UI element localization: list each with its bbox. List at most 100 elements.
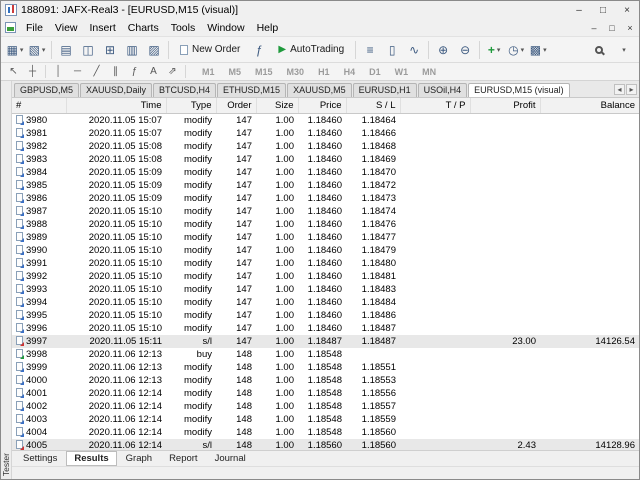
navigator-button[interactable]: ⊞ [100, 40, 120, 60]
market-watch-button[interactable]: ▤ [56, 40, 76, 60]
result-row[interactable]: 3981 2020.11.05 15:07 modify 147 1.00 1.… [12, 127, 639, 140]
menu-item[interactable]: Help [251, 21, 285, 35]
tester-tab[interactable]: Report [161, 451, 206, 466]
timeframe-button[interactable]: M15 [249, 65, 279, 79]
tester-tab[interactable]: Graph [118, 451, 160, 466]
candlestick-chart-button[interactable]: ▯ [382, 40, 402, 60]
chart-tab[interactable]: USOil,H4 [417, 83, 468, 97]
menu-item[interactable]: View [49, 21, 84, 35]
cell-sl: 1.18560 [361, 426, 396, 438]
result-row[interactable]: 3989 2020.11.05 15:10 modify 147 1.00 1.… [12, 231, 639, 244]
result-row[interactable]: 3990 2020.11.05 15:10 modify 147 1.00 1.… [12, 244, 639, 257]
chart-tab[interactable]: XAUUSD,M5 [287, 83, 352, 97]
result-row[interactable]: 4000 2020.11.06 12:13 modify 148 1.00 1.… [12, 374, 639, 387]
result-row[interactable]: 3992 2020.11.05 15:10 modify 147 1.00 1.… [12, 270, 639, 283]
result-row[interactable]: 4001 2020.11.06 12:14 modify 148 1.00 1.… [12, 387, 639, 400]
result-row[interactable]: 3987 2020.11.05 15:10 modify 147 1.00 1.… [12, 205, 639, 218]
result-row[interactable]: 3985 2020.11.05 15:09 modify 147 1.00 1.… [12, 179, 639, 192]
periods-button[interactable]: ◷ ▾ [506, 40, 526, 60]
cell-profit [470, 166, 540, 179]
cell-price: 1.18548 [307, 348, 342, 360]
terminal-button[interactable]: ▥ [122, 40, 142, 60]
result-row[interactable]: 3991 2020.11.05 15:10 modify 147 1.00 1.… [12, 257, 639, 270]
menu-item[interactable]: Charts [122, 21, 165, 35]
navigator-icon: ⊞ [104, 42, 116, 57]
timeframe-button[interactable]: MN [416, 65, 442, 79]
tester-tab[interactable]: Settings [15, 451, 65, 466]
result-row[interactable]: 3986 2020.11.05 15:09 modify 147 1.00 1.… [12, 192, 639, 205]
result-row[interactable]: 3984 2020.11.05 15:09 modify 147 1.00 1.… [12, 166, 639, 179]
toolbar-overflow-button[interactable]: ▾ [613, 40, 633, 60]
timeframe-button[interactable]: M1 [196, 65, 221, 79]
result-row[interactable]: 3996 2020.11.05 15:10 modify 147 1.00 1.… [12, 322, 639, 335]
result-row[interactable]: 4003 2020.11.06 12:14 modify 148 1.00 1.… [12, 413, 639, 426]
menu-item[interactable]: Insert [84, 21, 122, 35]
close-button[interactable]: × [615, 1, 639, 19]
line-chart-button[interactable]: ∿ [404, 40, 424, 60]
autotrading-button[interactable]: ▶ AutoTrading [271, 40, 351, 60]
indicators-button[interactable]: + ▾ [484, 40, 504, 60]
result-row[interactable]: 3983 2020.11.05 15:08 modify 147 1.00 1.… [12, 153, 639, 166]
result-row[interactable]: 3980 2020.11.05 15:07 modify 147 1.00 1.… [12, 113, 639, 127]
result-row[interactable]: 3997 2020.11.05 15:11 s/l 147 1.00 1.184… [12, 334, 639, 348]
result-row[interactable]: 3994 2020.11.05 15:10 modify 147 1.00 1.… [12, 296, 639, 309]
chart-tab[interactable]: BTCUSD,H4 [153, 83, 217, 97]
strategy-tester-button[interactable]: ▨ [144, 40, 164, 60]
timeframe-button[interactable]: H1 [312, 65, 336, 79]
cell-size: 1.00 [275, 127, 295, 139]
child-restore-button[interactable]: □ [603, 19, 621, 36]
menu-item[interactable]: Tools [165, 21, 202, 35]
profiles-button[interactable]: ▧ ▾ [27, 40, 47, 60]
maximize-button[interactable]: □ [591, 1, 615, 19]
zoom-out-button[interactable]: ⊖ [455, 40, 475, 60]
trendline-button[interactable]: ╱ [88, 64, 105, 79]
zoom-in-button[interactable]: ⊕ [433, 40, 453, 60]
timeframe-button[interactable]: M30 [281, 65, 311, 79]
data-window-button[interactable]: ◫ [78, 40, 98, 60]
child-minimize-button[interactable]: – [585, 19, 603, 36]
tab-scroll-right-button[interactable]: ▸ [626, 84, 637, 95]
chart-tab[interactable]: EURUSD,H1 [352, 83, 417, 97]
templates-button[interactable]: ▩ ▾ [528, 40, 548, 60]
vertical-line-button[interactable]: │ [50, 64, 67, 79]
chart-tab[interactable]: XAUUSD,Daily [80, 83, 153, 97]
timeframe-button[interactable]: M5 [223, 65, 248, 79]
menu-item[interactable]: File [20, 21, 49, 35]
tester-tab[interactable]: Journal [207, 451, 254, 466]
result-row[interactable]: 3993 2020.11.05 15:10 modify 147 1.00 1.… [12, 283, 639, 296]
fibonacci-button[interactable]: ƒ [126, 64, 143, 79]
arrows-tool-button[interactable]: ⇗ [164, 64, 181, 79]
new-chart-button[interactable]: ▦ ▾ [5, 40, 25, 60]
search-button[interactable] [589, 40, 609, 60]
result-row[interactable]: 4005 2020.11.06 12:14 s/l 148 1.00 1.185… [12, 438, 639, 450]
menu-item[interactable]: Window [201, 21, 250, 35]
minimize-button[interactable]: – [567, 1, 591, 19]
timeframe-button[interactable]: H4 [338, 65, 362, 79]
result-row[interactable]: 3995 2020.11.05 15:10 modify 147 1.00 1.… [12, 309, 639, 322]
timeframe-button[interactable]: W1 [389, 65, 415, 79]
tester-tab[interactable]: Results [66, 451, 117, 466]
text-tool-button[interactable]: A [145, 64, 162, 79]
channel-button[interactable]: ∥ [107, 64, 124, 79]
result-row[interactable]: 3999 2020.11.06 12:13 modify 148 1.00 1.… [12, 361, 639, 374]
timeframe-button[interactable]: D1 [363, 65, 387, 79]
cursor-button[interactable]: ↖ [5, 64, 22, 79]
tab-scroll-left-button[interactable]: ◂ [614, 84, 625, 95]
horizontal-line-button[interactable]: ─ [69, 64, 86, 79]
tester-side-strip[interactable]: Tester [1, 81, 12, 479]
chart-tab[interactable]: GBPUSD,M5 [14, 83, 80, 97]
result-row[interactable]: 4004 2020.11.06 12:14 modify 148 1.00 1.… [12, 426, 639, 439]
chart-tab[interactable]: ETHUSD,M15 [217, 83, 287, 97]
new-order-button[interactable]: New Order [173, 40, 247, 60]
result-row[interactable]: 4002 2020.11.06 12:14 modify 148 1.00 1.… [12, 400, 639, 413]
cell-order: 147 [236, 335, 252, 347]
expert-advisors-button[interactable]: ƒ [249, 40, 269, 60]
result-row[interactable]: 3998 2020.11.06 12:13 buy 148 1.00 1.185… [12, 348, 639, 361]
trade-doc-icon [16, 400, 24, 411]
child-close-button[interactable]: × [621, 19, 639, 36]
result-row[interactable]: 3988 2020.11.05 15:10 modify 147 1.00 1.… [12, 218, 639, 231]
chart-tab[interactable]: EURUSD,M15 (visual) [468, 83, 570, 97]
result-row[interactable]: 3982 2020.11.05 15:08 modify 147 1.00 1.… [12, 140, 639, 153]
crosshair-button[interactable]: ┼ [24, 64, 41, 79]
bar-chart-button[interactable]: ≡ [360, 40, 380, 60]
